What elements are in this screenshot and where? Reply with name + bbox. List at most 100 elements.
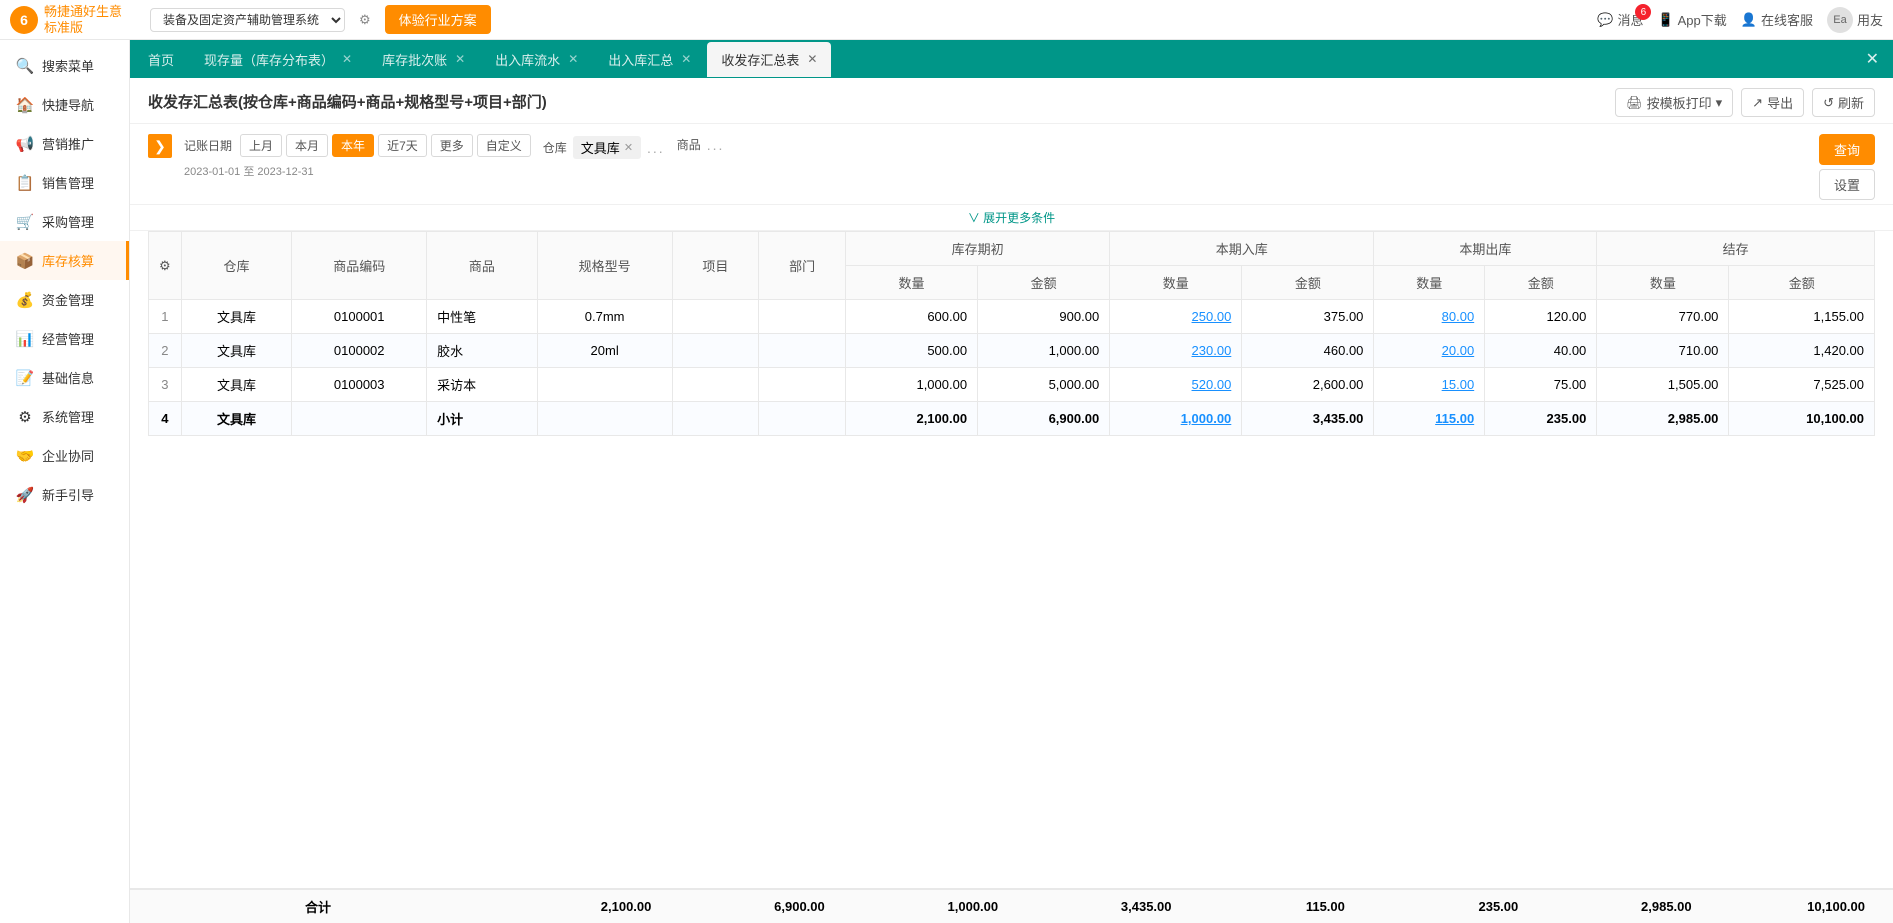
finance-icon: 💰 [16, 291, 34, 309]
subtotal-close-qty: 2,985.00 [1597, 402, 1729, 436]
subtotal-label: 小计 [427, 402, 538, 436]
data-table: ⚙ 仓库 商品编码 商品 规格型号 项目 部门 库存期初 本期入库 本期出库 结… [148, 231, 1875, 436]
message-icon: 💬 [1597, 12, 1613, 28]
tab-inout-flow[interactable]: 出入库流水 ✕ [481, 42, 592, 77]
spec-col-header: 规格型号 [537, 232, 672, 300]
row-dept [759, 300, 846, 334]
sidebar-item-marketing[interactable]: 📢 营销推广 [0, 124, 129, 163]
print-button[interactable]: 🖨 按模板打印 ▾ [1615, 88, 1733, 117]
sidebar-item-basic-info[interactable]: 📝 基础信息 [0, 358, 129, 397]
trial-button[interactable]: 体验行业方案 [385, 5, 491, 34]
user-item[interactable]: Ea 用友 [1827, 7, 1883, 33]
total-close-amt: 10,100.00 [1702, 899, 1875, 914]
sys-selector[interactable]: 装备及固定资产辅助管理系统 [150, 8, 345, 32]
tab-close-recv-send-summary[interactable]: ✕ [807, 52, 817, 66]
export-button[interactable]: ↗ 导出 [1741, 88, 1804, 117]
total-in-amt: 3,435.00 [1008, 899, 1181, 914]
table-row: 1 文具库 0100001 中性笔 0.7mm 600.00 900.00 25… [149, 300, 1875, 334]
sidebar-label-guide: 新手引导 [42, 485, 94, 504]
sidebar-item-purchase[interactable]: 🛒 采购管理 [0, 202, 129, 241]
sidebar-item-quick-nav[interactable]: 🏠 快捷导航 [0, 85, 129, 124]
refresh-button[interactable]: ↺ 刷新 [1812, 88, 1875, 117]
app-download-item[interactable]: 📱 App下载 [1657, 10, 1726, 29]
opening-amt-header: 金额 [978, 266, 1110, 300]
close-qty-header: 数量 [1597, 266, 1729, 300]
top-bar: 6 畅捷通好生意 标准版 装备及固定资产辅助管理系统 ⚙ 体验行业方案 💬 消息… [0, 0, 1893, 40]
content-area: 首页 现存量（库存分布表） ✕ 库存批次账 ✕ 出入库流水 ✕ 出入库汇总 ✕ … [130, 40, 1893, 923]
print-icon: 🖨 [1626, 95, 1643, 111]
gear-header[interactable]: ⚙ [149, 232, 182, 300]
tab-close-inout-flow[interactable]: ✕ [568, 52, 578, 66]
row-out-qty[interactable]: 15.00 [1374, 368, 1485, 402]
date-last-7days-btn[interactable]: 近7天 [378, 134, 427, 157]
tab-recv-send-summary[interactable]: 收发存汇总表 ✕ [707, 42, 831, 77]
marketing-icon: 📢 [16, 135, 34, 153]
row-project [672, 334, 759, 368]
search-icon: 🔍 [16, 57, 34, 75]
tab-close-batch-account[interactable]: ✕ [455, 52, 465, 66]
sidebar-label-inventory: 库存核算 [42, 251, 94, 270]
sidebar-item-collab[interactable]: 🤝 企业协同 [0, 436, 129, 475]
tab-close-inout-summary[interactable]: ✕ [681, 52, 691, 66]
sidebar-label-purchase: 采购管理 [42, 212, 94, 231]
date-last-month-btn[interactable]: 上月 [240, 134, 282, 157]
subtotal-project [672, 402, 759, 436]
row-out-qty[interactable]: 80.00 [1374, 300, 1485, 334]
code-col-header: 商品编码 [292, 232, 427, 300]
sidebar-label-search: 搜索菜单 [42, 56, 94, 75]
sidebar-item-inventory[interactable]: 📦 库存核算 [0, 241, 129, 280]
date-shortcuts: 上月 本月 本年 近7天 更多 自定义 [240, 134, 531, 157]
tab-batch-account[interactable]: 库存批次账 ✕ [368, 42, 479, 77]
settings-icon[interactable]: ⚙ [355, 8, 375, 32]
warehouse-filter-more[interactable]: ... [647, 140, 665, 156]
total-in-qty: 1,000.00 [835, 899, 1008, 914]
subtotal-open-qty: 2,100.00 [845, 402, 977, 436]
date-custom-btn[interactable]: 自定义 [477, 134, 531, 157]
tab-close-stock-dist[interactable]: ✕ [342, 52, 352, 66]
sidebar-item-search[interactable]: 🔍 搜索菜单 [0, 46, 129, 85]
row-in-qty[interactable]: 230.00 [1110, 334, 1242, 368]
sidebar-item-system[interactable]: ⚙ 系统管理 [0, 397, 129, 436]
subtotal-dept [759, 402, 846, 436]
message-item[interactable]: 💬 消息 6 [1597, 10, 1643, 29]
sidebar-item-sales[interactable]: 📋 销售管理 [0, 163, 129, 202]
sidebar-label-system: 系统管理 [42, 407, 94, 426]
table-footer: 合计 2,100.00 6,900.00 1,000.00 3,435.00 1… [130, 888, 1893, 923]
sidebar-label-operations: 经营管理 [42, 329, 94, 348]
goods-filter-more[interactable]: ... [707, 137, 725, 153]
close-all-tabs-button[interactable]: ✕ [1856, 41, 1889, 77]
row-name: 采访本 [427, 368, 538, 402]
sidebar-item-finance[interactable]: 💰 资金管理 [0, 280, 129, 319]
total-label: 合计 [148, 897, 488, 916]
date-this-year-btn[interactable]: 本年 [332, 134, 374, 157]
row-out-qty[interactable]: 20.00 [1374, 334, 1485, 368]
tab-inout-summary[interactable]: 出入库汇总 ✕ [594, 42, 705, 77]
total-close-qty: 2,985.00 [1528, 899, 1701, 914]
sidebar-item-guide[interactable]: 🚀 新手引导 [0, 475, 129, 514]
sidebar-item-operations[interactable]: 📊 经营管理 [0, 319, 129, 358]
row-in-qty[interactable]: 250.00 [1110, 300, 1242, 334]
filter-collapse-button[interactable]: ❯ [148, 134, 172, 158]
online-service-item[interactable]: 👤 在线客服 [1741, 10, 1813, 29]
tab-stock-dist[interactable]: 现存量（库存分布表） ✕ [190, 42, 366, 77]
date-more-btn[interactable]: 更多 [431, 134, 473, 157]
sidebar-label-marketing: 营销推广 [42, 134, 94, 153]
subtotal-close-amt: 10,100.00 [1729, 402, 1875, 436]
guide-icon: 🚀 [16, 486, 34, 504]
row-out-amt: 120.00 [1485, 300, 1597, 334]
phone-icon: 📱 [1657, 12, 1673, 28]
top-right: 💬 消息 6 📱 App下载 👤 在线客服 Ea 用友 [1597, 7, 1883, 33]
outbound-group-header: 本期出库 [1374, 232, 1597, 266]
warehouse-tag-close[interactable]: ✕ [624, 141, 633, 154]
row-dept [759, 368, 846, 402]
subtotal-open-amt: 6,900.00 [978, 402, 1110, 436]
date-this-month-btn[interactable]: 本月 [286, 134, 328, 157]
row-in-qty[interactable]: 520.00 [1110, 368, 1242, 402]
row-in-amt: 2,600.00 [1242, 368, 1374, 402]
tab-home[interactable]: 首页 [134, 42, 188, 77]
set-button[interactable]: 设置 [1819, 169, 1875, 200]
expand-more-conditions-bar[interactable]: ∨ 展开更多条件 [130, 205, 1893, 231]
row-out-amt: 75.00 [1485, 368, 1597, 402]
row-warehouse: 文具库 [181, 334, 292, 368]
query-button[interactable]: 查询 [1819, 134, 1875, 165]
